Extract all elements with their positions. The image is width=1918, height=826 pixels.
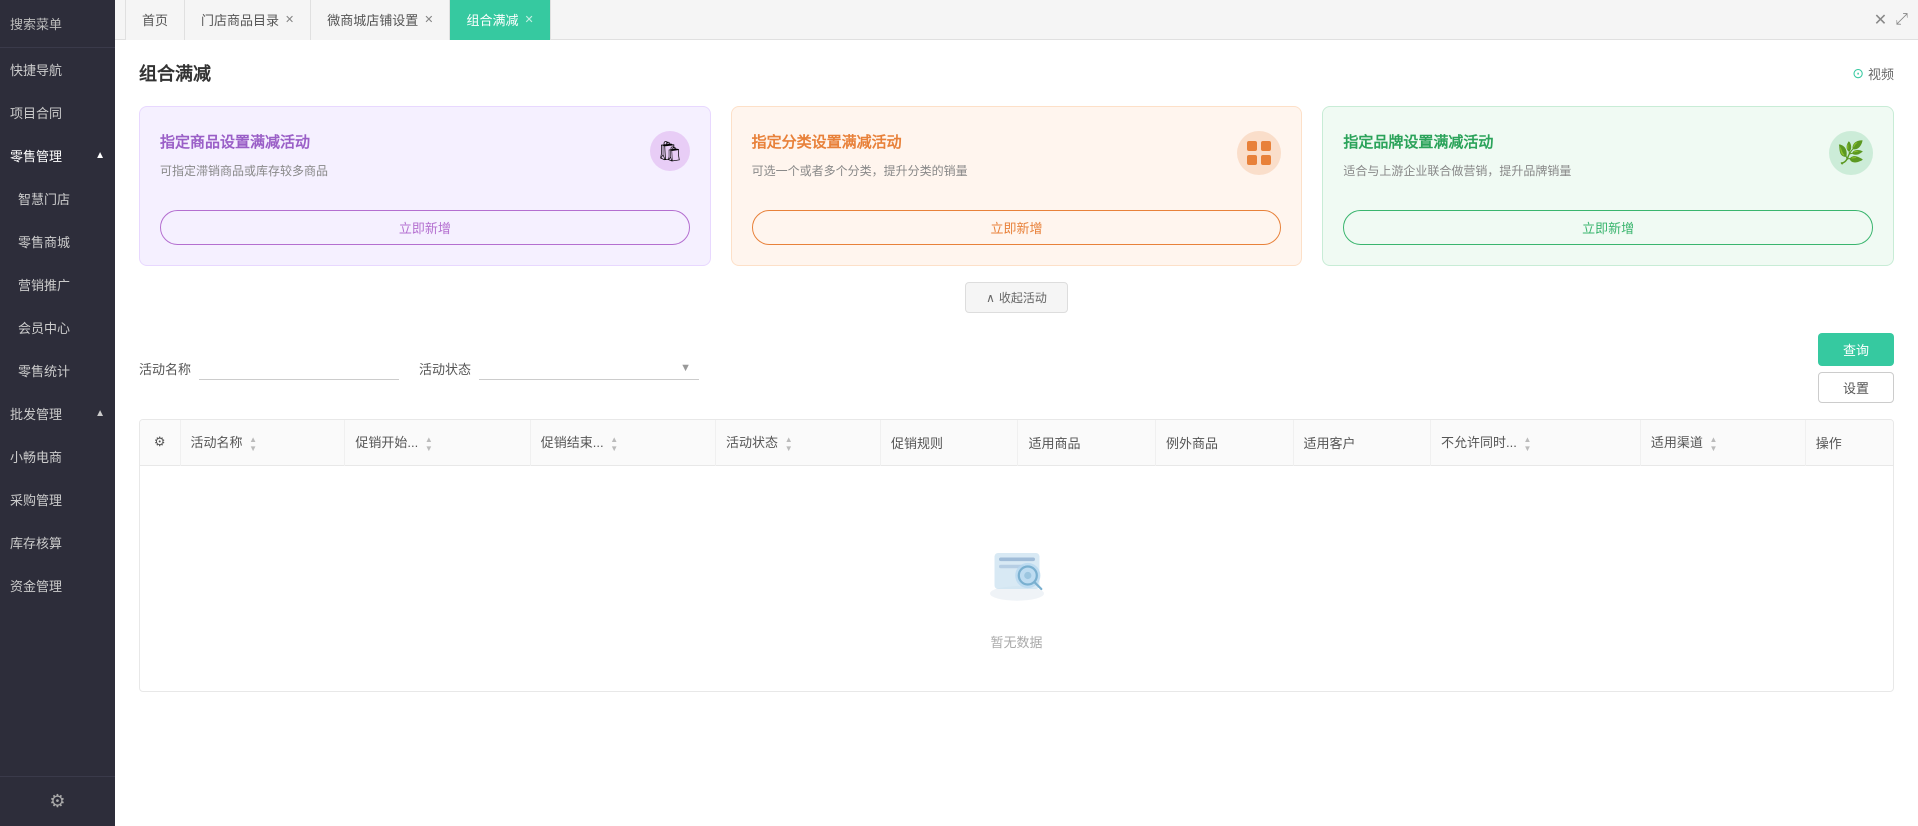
retail-mgmt-arrow: ▲: [95, 150, 105, 161]
sidebar: 搜索菜单 快捷导航 项目合同 零售管理 ▲ 智慧门店 零售商城 营销推广 会员中…: [0, 0, 115, 826]
sidebar-item-member-center[interactable]: 会员中心: [0, 306, 115, 349]
wholesale-arrow: ▲: [95, 408, 105, 419]
content-area: 组合满减 ⊙ 视频 指定商品设置满减活动 可指定滞销商品或库存较多商品 🛍 立即…: [115, 40, 1918, 826]
product-card-icon: 🛍: [650, 131, 690, 178]
video-link[interactable]: ⊙ 视频: [1852, 64, 1894, 83]
table-body: 暂无数据: [140, 465, 1893, 691]
product-card-desc: 可指定滞销商品或库存较多商品: [160, 162, 690, 192]
table-header-promo-start[interactable]: 促销开始... ▲▼: [345, 420, 530, 465]
table-header-promo-rule: 促销规则: [880, 420, 1018, 465]
table-header-promo-end[interactable]: 促销结束... ▲▼: [530, 420, 715, 465]
sidebar-item-wholesale-mgmt[interactable]: 批发管理 ▲: [0, 392, 115, 435]
sort-icon: ▲▼: [1709, 435, 1717, 453]
close-store-catalog[interactable]: ✕: [285, 13, 294, 26]
activity-status-select-wrapper: ▼: [479, 356, 699, 380]
sidebar-item-xiaochang[interactable]: 小畅电商: [0, 435, 115, 478]
collapse-bar: ∧ 收起活动: [139, 282, 1894, 313]
sort-icon: ▲▼: [1524, 435, 1532, 453]
collapse-btn[interactable]: ∧ 收起活动: [965, 282, 1068, 313]
sidebar-item-project-contract[interactable]: 项目合同: [0, 91, 115, 134]
empty-state-icon: [972, 526, 1062, 616]
sort-icon: ▲▼: [610, 435, 618, 453]
empty-state: 暂无数据: [140, 466, 1893, 691]
sidebar-item-marketing[interactable]: 营销推广: [0, 263, 115, 306]
collapse-chevron-icon: ∧: [986, 291, 995, 305]
sidebar-item-retail-mgmt[interactable]: 零售管理 ▲: [0, 134, 115, 177]
sidebar-item-purchase[interactable]: 采购管理: [0, 478, 115, 521]
tab-wechat-store-settings[interactable]: 微商城店铺设置 ✕: [311, 0, 450, 40]
tab-store-catalog[interactable]: 门店商品目录 ✕: [185, 0, 311, 40]
activity-status-select[interactable]: [479, 356, 699, 380]
empty-state-row: 暂无数据: [140, 465, 1893, 691]
query-button[interactable]: 查询: [1818, 333, 1894, 366]
category-card-title: 指定分类设置满减活动: [752, 131, 1282, 152]
table-wrapper: ⚙ 活动名称 ▲▼ 促销开始... ▲▼ 促销结束... ▲▼: [139, 419, 1894, 692]
window-maximize-icon[interactable]: ⤢: [1895, 11, 1908, 29]
category-card-desc: 可选一个或者多个分类，提升分类的销量: [752, 162, 1282, 192]
product-card-btn[interactable]: 立即新增: [160, 210, 690, 245]
activity-name-input[interactable]: [199, 356, 399, 380]
table-header-exception-goods: 例外商品: [1156, 420, 1294, 465]
category-card: 指定分类设置满减活动 可选一个或者多个分类，提升分类的销量 立即新增: [731, 106, 1303, 266]
window-close-icon[interactable]: ✕: [1874, 10, 1887, 30]
activity-name-filter: 活动名称: [139, 356, 399, 380]
gear-icon: ⚙: [154, 434, 166, 449]
activity-status-label: 活动状态: [419, 359, 471, 378]
sort-icon: ▲▼: [425, 435, 433, 453]
main-area: 首页 门店商品目录 ✕ 微商城店铺设置 ✕ 组合满减 ✕ ✕ ⤢ 组合满减 ⊙ …: [115, 0, 1918, 826]
table-header-row: ⚙ 活动名称 ▲▼ 促销开始... ▲▼ 促销结束... ▲▼: [140, 420, 1893, 465]
svg-text:🌿: 🌿: [1837, 140, 1864, 165]
tab-combo-discount[interactable]: 组合满减 ✕: [450, 0, 550, 40]
table-header-applicable-goods: 适用商品: [1018, 420, 1156, 465]
activity-name-label: 活动名称: [139, 359, 191, 378]
cards-row: 指定商品设置满减活动 可指定滞销商品或库存较多商品 🛍 立即新增 指定分类设置满…: [139, 106, 1894, 266]
svg-text:🛍: 🛍: [657, 141, 682, 163]
brand-card-icon: 🌿: [1829, 131, 1873, 182]
settings-icon[interactable]: ⚙: [49, 791, 65, 812]
page-title: 组合满减: [139, 60, 211, 86]
data-table: ⚙ 活动名称 ▲▼ 促销开始... ▲▼ 促销结束... ▲▼: [140, 420, 1893, 691]
tab-actions: ✕ ⤢: [1874, 10, 1908, 30]
settings-button[interactable]: 设置: [1818, 372, 1894, 403]
table-header-activity-status[interactable]: 活动状态 ▲▼: [716, 420, 881, 465]
category-card-icon: [1237, 131, 1281, 182]
table-header-gear[interactable]: ⚙: [140, 420, 180, 465]
sort-icon: ▲▼: [785, 435, 793, 453]
brand-card-btn[interactable]: 立即新增: [1343, 210, 1873, 245]
filter-row: 活动名称 活动状态 ▼ 查询 设置: [139, 333, 1894, 403]
tabbar: 首页 门店商品目录 ✕ 微商城店铺设置 ✕ 组合满减 ✕ ✕ ⤢: [115, 0, 1918, 40]
brand-card-title: 指定品牌设置满减活动: [1343, 131, 1873, 152]
sidebar-search[interactable]: 搜索菜单: [0, 0, 115, 48]
page-header: 组合满减 ⊙ 视频: [139, 60, 1894, 86]
sort-icon: ▲▼: [249, 435, 257, 453]
sidebar-item-quick-nav[interactable]: 快捷导航: [0, 48, 115, 91]
tab-home[interactable]: 首页: [125, 0, 185, 40]
product-card-title: 指定商品设置满减活动: [160, 131, 690, 152]
product-card: 指定商品设置满减活动 可指定滞销商品或库存较多商品 🛍 立即新增: [139, 106, 711, 266]
table-header-applicable-channel[interactable]: 适用渠道 ▲▼: [1640, 420, 1805, 465]
table-header-activity-name[interactable]: 活动名称 ▲▼: [180, 420, 345, 465]
filter-actions: 查询 设置: [1818, 333, 1894, 403]
brand-card-desc: 适合与上游企业联合做营销，提升品牌销量: [1343, 162, 1873, 192]
sidebar-item-inventory[interactable]: 库存核算: [0, 521, 115, 564]
play-icon: ⊙: [1852, 65, 1864, 82]
sidebar-item-retail-mall[interactable]: 零售商城: [0, 220, 115, 263]
category-card-btn[interactable]: 立即新增: [752, 210, 1282, 245]
table-header-operation: 操作: [1805, 420, 1893, 465]
sidebar-bottom: ⚙: [0, 776, 115, 826]
sidebar-item-smart-store[interactable]: 智慧门店: [0, 177, 115, 220]
table-header-applicable-customer: 适用客户: [1293, 420, 1431, 465]
sidebar-item-retail-stats[interactable]: 零售统计: [0, 349, 115, 392]
activity-status-filter: 活动状态 ▼: [419, 356, 699, 380]
sidebar-item-capital[interactable]: 资金管理: [0, 564, 115, 607]
brand-card: 指定品牌设置满减活动 适合与上游企业联合做营销，提升品牌销量 🌿 立即新增: [1322, 106, 1894, 266]
empty-text: 暂无数据: [990, 632, 1042, 651]
close-combo-discount[interactable]: ✕: [525, 13, 534, 26]
close-wechat-store-settings[interactable]: ✕: [424, 13, 433, 26]
table-header-not-allow-concurrent[interactable]: 不允许同时... ▲▼: [1431, 420, 1641, 465]
